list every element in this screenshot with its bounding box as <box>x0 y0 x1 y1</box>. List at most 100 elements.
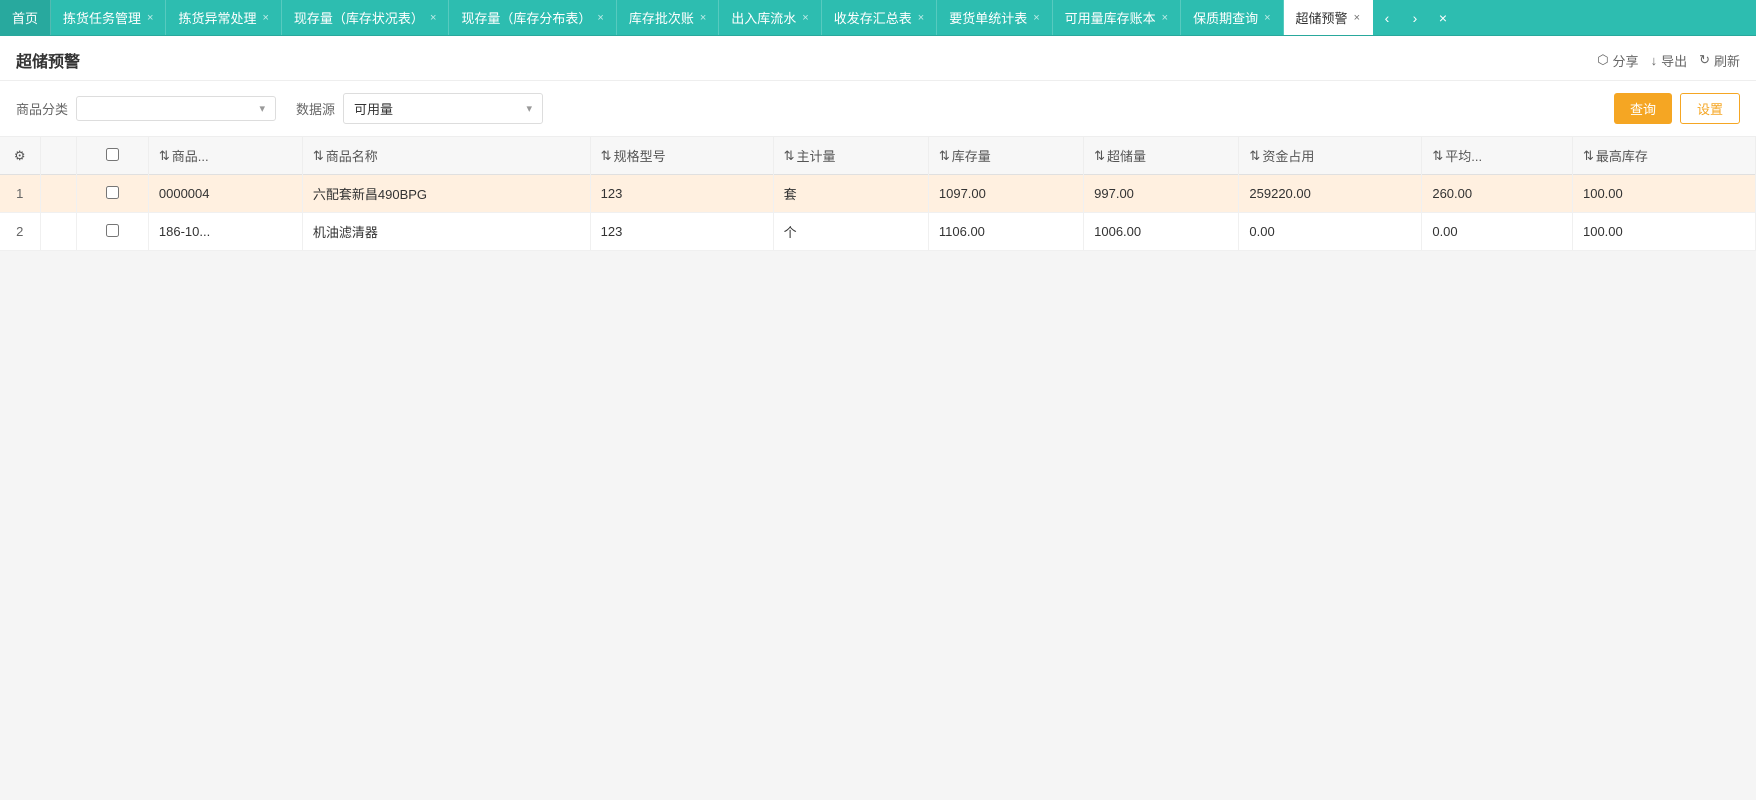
th-product-code[interactable]: ⇅ 商品... <box>148 137 302 175</box>
close-icon[interactable]: × <box>918 12 924 24</box>
chevron-down-icon: ▾ <box>527 102 533 115</box>
close-icon[interactable]: × <box>802 12 808 24</box>
td-capital-1: 259220.00 <box>1239 175 1422 213</box>
category-label: 商品分类 <box>16 99 68 118</box>
nav-item-overstock[interactable]: 超储预警 × <box>1284 0 1373 36</box>
sort-icon: ⇅ <box>159 148 170 164</box>
td-over-stock-2: 1006.00 <box>1084 213 1239 251</box>
close-icon[interactable]: × <box>1264 12 1270 24</box>
nav-next-arrow[interactable]: › <box>1401 0 1429 36</box>
th-settings: ⚙ <box>0 137 40 175</box>
td-stock-2: 1106.00 <box>928 213 1083 251</box>
data-table: ⚙ ⇅ 商品... ⇅ 商品名 <box>0 137 1756 251</box>
td-row-num-1: 1 <box>0 175 40 213</box>
td-seq-1 <box>40 175 76 213</box>
td-stock-1: 1097.00 <box>928 175 1083 213</box>
select-all-checkbox[interactable] <box>106 148 119 161</box>
td-avg-2: 0.00 <box>1422 213 1573 251</box>
refresh-icon: ↻ <box>1699 52 1710 68</box>
td-unit-2: 个 <box>773 213 928 251</box>
page-header: 超储预警 ⬡ 分享 ↓ 导出 ↻ 刷新 <box>0 36 1756 81</box>
header-actions: ⬡ 分享 ↓ 导出 ↻ 刷新 <box>1597 51 1740 70</box>
nav-item-stock-dist[interactable]: 现存量（库存分布表） × <box>449 0 616 36</box>
sort-icon: ⇅ <box>601 148 612 164</box>
nav-item-order-stats[interactable]: 要货单统计表 × <box>937 0 1052 36</box>
page-container: 超储预警 ⬡ 分享 ↓ 导出 ↻ 刷新 商品分类 ▾ 数据源 <box>0 36 1756 251</box>
share-icon: ⬡ <box>1597 52 1608 68</box>
close-icon[interactable]: × <box>1033 12 1039 24</box>
nav-item-available-account[interactable]: 可用量库存账本 × <box>1053 0 1181 36</box>
td-checkbox-2 <box>76 213 148 251</box>
category-select[interactable]: ▾ <box>76 96 276 121</box>
datasource-filter-group: 数据源 可用量 ▾ <box>296 93 543 124</box>
table-container: ⚙ ⇅ 商品... ⇅ 商品名 <box>0 137 1756 251</box>
th-spec[interactable]: ⇅ 规格型号 <box>590 137 773 175</box>
th-num <box>40 137 76 175</box>
td-unit-1: 套 <box>773 175 928 213</box>
close-icon[interactable]: × <box>1354 12 1360 24</box>
setting-button[interactable]: 设置 <box>1680 93 1740 124</box>
nav-item-stock-status[interactable]: 现存量（库存状况表） × <box>282 0 449 36</box>
td-max-stock-1: 100.00 <box>1572 175 1755 213</box>
td-seq-2 <box>40 213 76 251</box>
datasource-label: 数据源 <box>296 99 335 118</box>
export-button[interactable]: ↓ 导出 <box>1651 51 1688 70</box>
nav-prev-arrow[interactable]: ‹ <box>1373 0 1401 36</box>
td-row-num-2: 2 <box>0 213 40 251</box>
top-navbar: 首页 拣货任务管理 × 拣货异常处理 × 现存量（库存状况表） × 现存量（库存… <box>0 0 1756 36</box>
td-product-code-2: 186-10... <box>148 213 302 251</box>
datasource-value: 可用量 <box>354 99 393 118</box>
th-stock[interactable]: ⇅ 库存量 <box>928 137 1083 175</box>
th-checkbox <box>76 137 148 175</box>
th-over-stock[interactable]: ⇅ 超储量 <box>1084 137 1239 175</box>
td-product-code-1: 0000004 <box>148 175 302 213</box>
td-max-stock-2: 100.00 <box>1572 213 1755 251</box>
row-checkbox-2[interactable] <box>106 224 119 237</box>
close-icon[interactable]: × <box>1162 12 1168 24</box>
nav-item-exception-handle[interactable]: 拣货异常处理 × <box>166 0 281 36</box>
sort-icon: ⇅ <box>1094 148 1105 164</box>
page-title: 超储预警 <box>16 48 80 72</box>
share-button[interactable]: ⬡ 分享 <box>1597 51 1638 70</box>
td-spec-2: 123 <box>590 213 773 251</box>
export-icon: ↓ <box>1651 53 1658 68</box>
td-avg-1: 260.00 <box>1422 175 1573 213</box>
close-icon[interactable]: × <box>262 12 268 24</box>
filter-actions: 查询 设置 <box>1614 93 1740 124</box>
close-icon[interactable]: × <box>147 12 153 24</box>
th-product-name[interactable]: ⇅ 商品名称 <box>302 137 590 175</box>
settings-icon[interactable]: ⚙ <box>14 148 26 163</box>
table-row: 2 186-10... 机油滤清器 123 个 1106.00 1006.00 … <box>0 213 1756 251</box>
close-icon[interactable]: × <box>597 12 603 24</box>
td-product-name-2: 机油滤清器 <box>302 213 590 251</box>
nav-item-home[interactable]: 首页 <box>0 0 51 36</box>
close-icon[interactable]: × <box>430 12 436 24</box>
sort-icon: ⇅ <box>939 148 950 164</box>
th-max-stock[interactable]: ⇅ 最高库存 <box>1572 137 1755 175</box>
td-over-stock-1: 997.00 <box>1084 175 1239 213</box>
sort-icon: ⇅ <box>784 148 795 164</box>
filter-area: 商品分类 ▾ 数据源 可用量 ▾ 查询 设置 <box>0 81 1756 137</box>
td-checkbox-1 <box>76 175 148 213</box>
sort-icon: ⇅ <box>1432 148 1443 164</box>
nav-close-arrow[interactable]: × <box>1429 0 1457 36</box>
nav-item-summary[interactable]: 收发存汇总表 × <box>822 0 937 36</box>
category-filter-group: 商品分类 ▾ <box>16 96 276 121</box>
nav-item-task-manage[interactable]: 拣货任务管理 × <box>51 0 166 36</box>
td-spec-1: 123 <box>590 175 773 213</box>
query-button[interactable]: 查询 <box>1614 93 1672 124</box>
table-row: 1 0000004 六配套新昌490BPG 123 套 1097.00 997.… <box>0 175 1756 213</box>
datasource-select[interactable]: 可用量 ▾ <box>343 93 543 124</box>
refresh-button[interactable]: ↻ 刷新 <box>1699 51 1740 70</box>
nav-item-expiry[interactable]: 保质期查询 × <box>1181 0 1283 36</box>
th-capital[interactable]: ⇅ 资金占用 <box>1239 137 1422 175</box>
th-avg[interactable]: ⇅ 平均... <box>1422 137 1573 175</box>
row-checkbox-1[interactable] <box>106 186 119 199</box>
td-capital-2: 0.00 <box>1239 213 1422 251</box>
sort-icon: ⇅ <box>1583 148 1594 164</box>
close-icon[interactable]: × <box>700 12 706 24</box>
chevron-down-icon: ▾ <box>259 102 265 115</box>
nav-item-batch-account[interactable]: 库存批次账 × <box>617 0 719 36</box>
nav-item-inout-flow[interactable]: 出入库流水 × <box>719 0 821 36</box>
th-unit[interactable]: ⇅ 主计量 <box>773 137 928 175</box>
